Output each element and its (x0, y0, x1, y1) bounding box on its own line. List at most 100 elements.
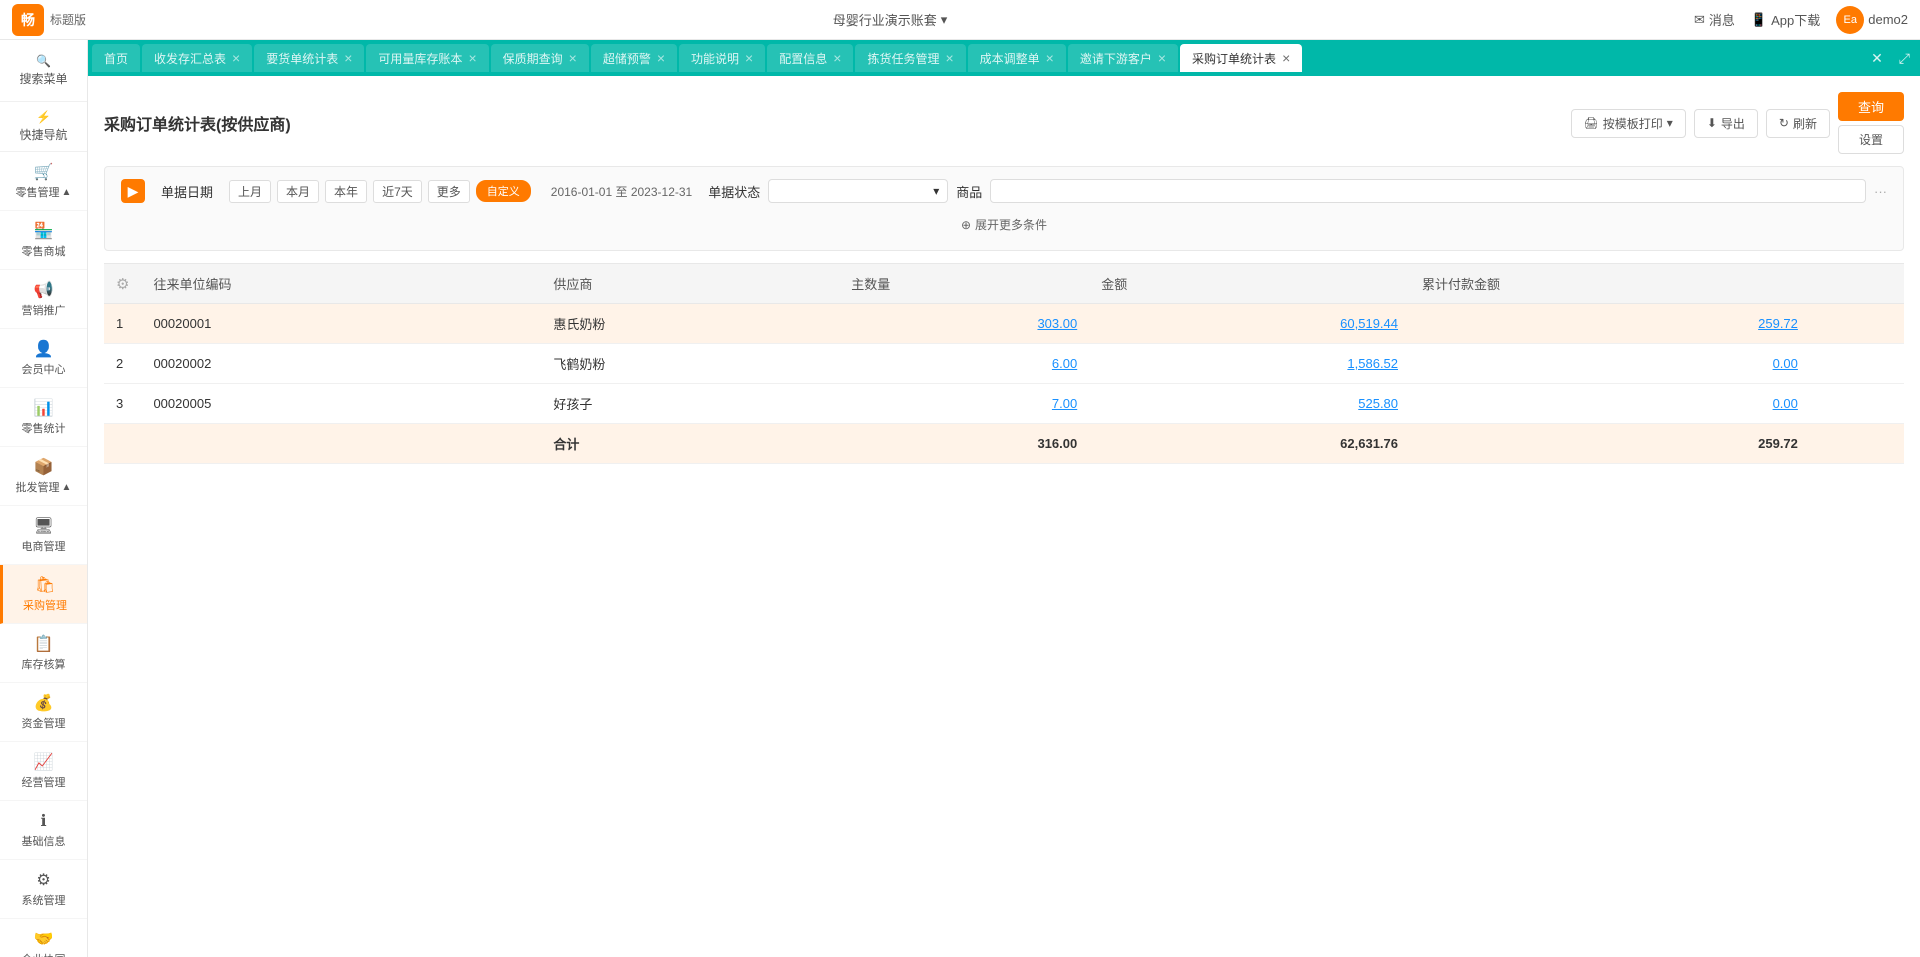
tab-close-over-stock-alert[interactable]: × (657, 50, 665, 66)
tab-config-info[interactable]: 配置信息× (767, 44, 853, 72)
qty-link-0[interactable]: 303.00 (1037, 316, 1077, 331)
date-btn-last-month[interactable]: 上月 (229, 180, 271, 203)
content-area: 首页收发存汇总表×要货单统计表×可用量库存账本×保质期查询×超储预警×功能说明×… (88, 40, 1920, 957)
tab-warranty-query[interactable]: 保质期查询× (491, 44, 589, 72)
sidebar-item-ops-mgmt[interactable]: 📈 经营管理 (0, 742, 87, 801)
user-area[interactable]: Ea demo2 (1836, 6, 1908, 34)
tab-cost-adjustment[interactable]: 成本调整单× (968, 44, 1066, 72)
cell-index-2: 3 (104, 384, 141, 424)
date-custom-badge[interactable]: 自定义 (476, 180, 531, 202)
sidebar-item-member-center[interactable]: 👤 会员中心 (0, 329, 87, 388)
qty-link-1[interactable]: 6.00 (1052, 356, 1077, 371)
app-download-btn[interactable]: 📱 App下载 (1751, 10, 1820, 29)
amount-link-0[interactable]: 60,519.44 (1340, 316, 1398, 331)
page-title: 采购订单统计表(按供应商) (104, 111, 291, 135)
export-icon: ⬇ (1707, 116, 1717, 130)
tab-expand-btn[interactable]: ⤢ (1893, 48, 1916, 69)
tab-close-warranty-query[interactable]: × (569, 50, 577, 66)
footer-paid-amount: 259.72 (1410, 424, 1810, 464)
tab-close-config-info[interactable]: × (833, 50, 841, 66)
query-btn[interactable]: 查询 (1838, 92, 1904, 121)
amount-link-1[interactable]: 1,586.52 (1347, 356, 1398, 371)
table-row[interactable]: 3 00020005 好孩子 7.00 525.80 0.00 (104, 384, 1904, 424)
tab-close-available-inventory[interactable]: × (468, 50, 476, 66)
export-btn[interactable]: ⬇ 导出 (1694, 109, 1758, 138)
tab-home[interactable]: 首页 (92, 44, 140, 72)
date-btn-this-month[interactable]: 本月 (277, 180, 319, 203)
paid-amount-link-2[interactable]: 0.00 (1773, 396, 1798, 411)
tab-close-purchase-order-stats[interactable]: × (1282, 50, 1290, 66)
cell-paid-amount-1: 0.00 (1410, 344, 1810, 384)
status-select-arrow: ▾ (933, 184, 939, 198)
date-btn-this-year[interactable]: 本年 (325, 180, 367, 203)
date-btn-more[interactable]: 更多 (428, 180, 470, 203)
tab-label-pick-task-mgmt: 拣货任务管理 (867, 50, 939, 67)
workspace-arrow: ▾ (941, 12, 948, 28)
sidebar-item-retail-management[interactable]: 🛒 零售管理 ▲ (0, 152, 87, 211)
table-row[interactable]: 2 00020002 飞鹤奶粉 6.00 1,586.52 0.00 (104, 344, 1904, 384)
sidebar-item-basic-info[interactable]: ℹ 基础信息 (0, 801, 87, 860)
settings-btn[interactable]: 设置 (1838, 125, 1904, 154)
sidebar-item-purchase-mgmt[interactable]: 🛍 采购管理 (0, 565, 87, 624)
main-layout: 🔍 搜索菜单 ⚡ 快捷导航 🛒 零售管理 ▲ 🏪 零售商城 📢 营销推广 (0, 40, 1920, 957)
refresh-btn[interactable]: ↻ 刷新 (1766, 109, 1830, 138)
sidebar-item-capital-mgmt[interactable]: 💰 资金管理 (0, 683, 87, 742)
tab-close-receive-summary[interactable]: × (232, 50, 240, 66)
tab-close-function-desc[interactable]: × (745, 50, 753, 66)
sidebar-label-basic-info: 基础信息 (22, 833, 66, 849)
message-btn[interactable]: ✉ 消息 (1694, 10, 1735, 29)
sidebar-item-retail-stats[interactable]: 📊 零售统计 (0, 388, 87, 447)
tab-close-purchase-single-stats[interactable]: × (344, 50, 352, 66)
tab-close-pick-task-mgmt[interactable]: × (945, 50, 953, 66)
tab-purchase-single-stats[interactable]: 要货单统计表 × (254, 44, 364, 72)
tab-close-invite-downstream[interactable]: × (1158, 50, 1166, 66)
logo-area: 畅 标题版 (12, 4, 86, 36)
search-menu-btn[interactable]: 🔍 搜索菜单 (6, 48, 81, 93)
quick-nav-btn[interactable]: ⚡ 快捷导航 (0, 102, 87, 152)
sidebar-icon-basic-info: ℹ (40, 811, 46, 831)
tab-label-purchase-single-stats: 要货单统计表 (266, 50, 338, 67)
tab-close-btn[interactable]: ✕ (1865, 48, 1889, 69)
sidebar-label-purchase-mgmt: 采购管理 (23, 597, 67, 613)
goods-filter-input[interactable] (990, 179, 1866, 203)
tab-receive-summary[interactable]: 收发存汇总表× (142, 44, 252, 72)
tabs-container: 首页收发存汇总表×要货单统计表×可用量库存账本×保质期查询×超储预警×功能说明×… (92, 44, 1302, 72)
paid-amount-link-0[interactable]: 259.72 (1758, 316, 1798, 331)
tab-over-stock-alert[interactable]: 超储预警× (591, 44, 677, 72)
sidebar-item-marketing[interactable]: 📢 营销推广 (0, 270, 87, 329)
sidebar-item-retail-shop[interactable]: 🏪 零售商城 (0, 211, 87, 270)
cell-unit-code-1: 00020002 (141, 344, 541, 384)
cell-qty-2: 7.00 (839, 384, 1089, 424)
data-table: ⚙ 往来单位编码 供应商 主数量 金额 累计付款金额 1 00020001 惠氏… (104, 263, 1904, 464)
sidebar-item-system-mgmt[interactable]: ⚙ 系统管理 (0, 860, 87, 919)
sidebar-item-ecommerce-mgmt[interactable]: 🖥 电商管理 (0, 506, 87, 565)
date-btn-7days[interactable]: 近7天 (373, 180, 422, 203)
sidebar-item-enterprise-coop[interactable]: 🤝 企业协同 (0, 919, 87, 957)
refresh-label: 刷新 (1793, 115, 1817, 132)
template-print-btn[interactable]: 🖨 按模板打印 ▾ (1571, 109, 1686, 138)
tab-close-cost-adjustment[interactable]: × (1046, 50, 1054, 66)
table-row[interactable]: 1 00020001 惠氏奶粉 303.00 60,519.44 259.72 (104, 304, 1904, 344)
tab-purchase-order-stats[interactable]: 采购订单统计表× (1180, 44, 1302, 72)
sidebar-label-wholesale-mgmt: 批发管理 (16, 479, 60, 495)
table-settings-icon[interactable]: ⚙ (116, 276, 129, 293)
tab-available-inventory[interactable]: 可用量库存账本× (366, 44, 488, 72)
date-range-display: 2016-01-01 至 2023-12-31 (551, 183, 692, 200)
cell-amount-2: 525.80 (1089, 384, 1410, 424)
status-select[interactable]: ▾ (768, 179, 948, 203)
filter-row: ▶ 单据日期 上月 本月 本年 近7天 更多 自定义 2016-01-01 至 … (121, 179, 1887, 203)
filter-toggle-btn[interactable]: ▶ (121, 179, 145, 203)
tab-invite-downstream[interactable]: 邀请下游客户× (1068, 44, 1178, 72)
sidebar-item-wholesale-mgmt[interactable]: 📦 批发管理 ▲ (0, 447, 87, 506)
footer-label (141, 424, 541, 464)
expand-more-btn[interactable]: ⊕ 展开更多条件 (945, 211, 1063, 238)
sidebar-item-inventory-check[interactable]: 📋 库存核算 (0, 624, 87, 683)
filter-area: ▶ 单据日期 上月 本月 本年 近7天 更多 自定义 2016-01-01 至 … (104, 166, 1904, 251)
workspace-selector[interactable]: 母婴行业演示账套 ▾ (833, 10, 948, 29)
amount-link-2[interactable]: 525.80 (1358, 396, 1398, 411)
qty-link-2[interactable]: 7.00 (1052, 396, 1077, 411)
tab-function-desc[interactable]: 功能说明× (679, 44, 765, 72)
tab-pick-task-mgmt[interactable]: 拣货任务管理 × (855, 44, 965, 72)
paid-amount-link-1[interactable]: 0.00 (1773, 356, 1798, 371)
goods-more-icon[interactable]: ··· (1874, 184, 1887, 199)
